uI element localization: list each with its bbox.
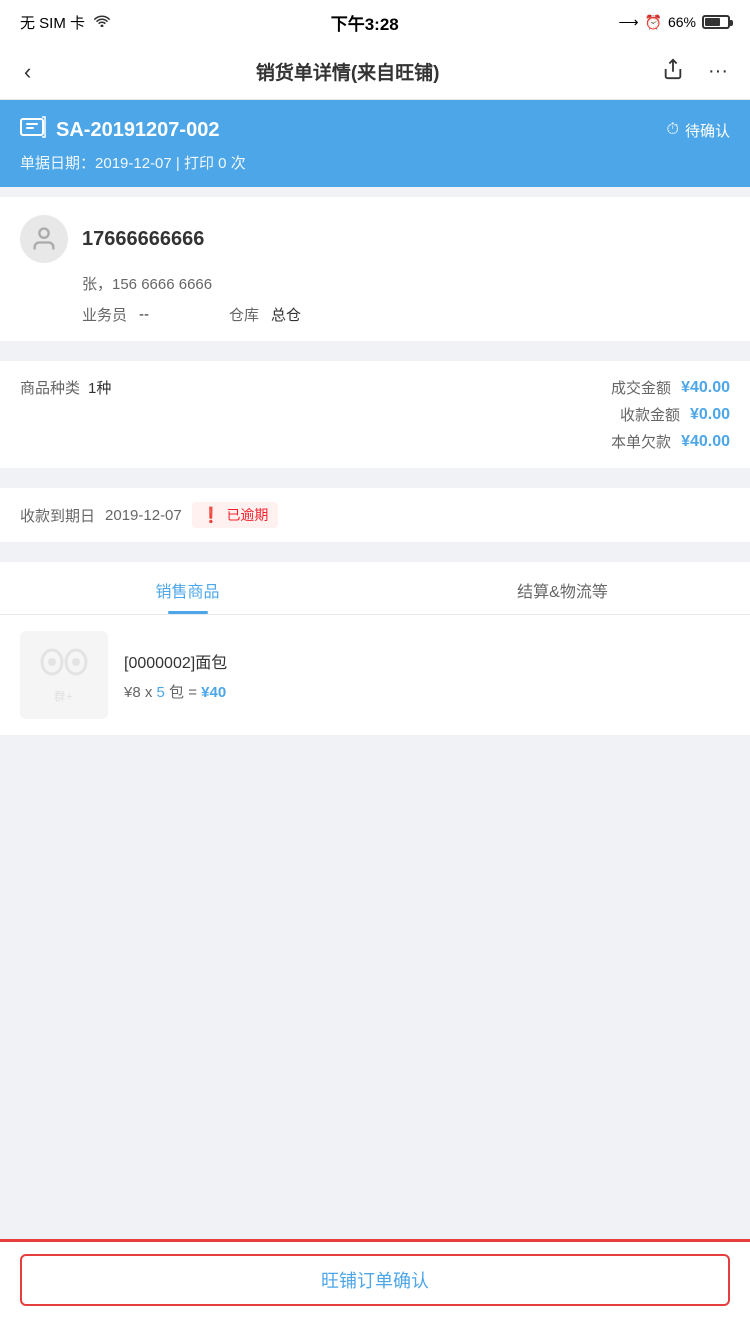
customer-card: 17666666666 张，156 6666 6666 业务员 -- 仓库 总仓 [0,197,750,341]
nav-bar: ‹ 销货单详情(来自旺铺) ··· [0,44,750,100]
location-icon: ⟶ [618,14,638,31]
share-icon[interactable] [656,52,690,92]
warehouse-item: 仓库 总仓 [229,304,301,325]
summary-row-1: 收款金额 ¥0.00 [620,404,730,425]
thumb-logo-plus: 群+ [54,688,73,704]
summary-row-0: 成交金额 ¥40.00 [611,377,730,398]
divider-4 [0,552,750,562]
price-multiply: x [145,684,157,701]
status-time: 下午3:28 [331,10,399,35]
order-id-text: SA-20191207-002 [56,119,219,142]
order-date: 单据日期：2019-12-07 | 打印 0 次 [20,152,730,173]
order-status: ⏱ 待确认 [667,120,731,141]
amount-label: 成交金额 [611,377,671,398]
status-bar: 无 SIM 卡 下午3:28 ⟶ ⏰ 66% [0,0,750,44]
amount-value: ¥40.00 [681,379,730,397]
carrier-text: 无 SIM 卡 [20,12,85,33]
empty-space [0,736,750,936]
summary-right: 成交金额 ¥40.00 收款金额 ¥0.00 本单欠款 ¥40.00 [611,377,730,452]
due-date: 2019-12-07 [105,507,182,524]
order-id-icon [20,116,46,144]
salesperson-label: 业务员 [82,304,127,325]
price-qty: 5 [157,684,165,701]
price-equals: = [188,684,201,701]
warehouse-value: 总仓 [271,304,301,325]
page-title: 销货单详情(来自旺铺) [256,58,440,85]
battery-icon [702,15,730,29]
overdue-text: 已逾期 [226,505,268,525]
salesperson-value: -- [139,306,149,323]
thumb-inner: 群+ [20,631,108,719]
product-price: ¥8 x 5 包 = ¥40 [124,681,730,702]
alarm-icon: ⏰ [645,14,662,31]
order-id: SA-20191207-002 [20,116,219,144]
confirm-order-button[interactable]: 旺铺订单确认 [20,1254,730,1306]
summary-row-2: 本单欠款 ¥40.00 [611,431,730,452]
product-info: [0000002]面包 ¥8 x 5 包 = ¥40 [124,649,730,702]
tab-settlement[interactable]: 结算&物流等 [375,562,750,614]
back-button[interactable]: ‹ [16,51,39,93]
product-type-value: 1种 [88,377,111,398]
debt-label: 本单欠款 [611,431,671,452]
product-thumbnail: 群+ [20,631,108,719]
products-section: 群+ [0000002]面包 ¥8 x 5 包 = ¥40 [0,615,750,736]
customer-sub: 张，156 6666 6666 [20,273,730,294]
due-card: 收款到期日 2019-12-07 ❗ 已逾期 [0,488,750,542]
debt-value: ¥40.00 [681,433,730,451]
divider-3 [0,478,750,488]
battery-percent: 66% [668,14,696,30]
payment-label: 收款金额 [620,404,680,425]
order-id-row: SA-20191207-002 ⏱ 待确认 [20,116,730,144]
customer-row: 17666666666 [20,215,730,263]
divider-2 [0,351,750,361]
status-right: ⟶ ⏰ 66% [618,14,730,31]
nav-actions: ··· [656,52,734,92]
warehouse-label: 仓库 [229,304,259,325]
overdue-badge: ❗ 已逾期 [192,502,279,528]
status-left: 无 SIM 卡 [20,12,111,33]
tab-products[interactable]: 销售商品 [0,562,375,614]
bottom-action-bar: 旺铺订单确认 [0,1239,750,1334]
wifi-icon [93,13,111,31]
summary-card: 商品种类 1种 成交金额 ¥40.00 收款金额 ¥0.00 本单欠款 ¥40.… [0,361,750,468]
divider-1 [0,187,750,197]
status-text: 待确认 [685,120,730,141]
tabs-bar: 销售商品 结算&物流等 [0,562,750,615]
due-label: 收款到期日 [20,505,95,526]
thumb-logo-eyes [39,647,89,684]
payment-value: ¥0.00 [690,406,730,424]
avatar [20,215,68,263]
more-icon[interactable]: ··· [702,54,734,89]
clock-icon: ⏱ [667,121,679,139]
summary-left: 商品种类 1种 [20,377,111,398]
customer-meta: 业务员 -- 仓库 总仓 [20,304,730,325]
price-unit: 包 [169,684,184,701]
overdue-icon: ❗ [202,506,221,524]
price-amount: ¥8 [124,684,141,701]
order-header: SA-20191207-002 ⏱ 待确认 单据日期：2019-12-07 | … [0,100,750,187]
price-total: ¥40 [201,684,226,701]
product-type-label: 商品种类 [20,377,80,398]
customer-phone: 17666666666 [82,228,204,251]
salesperson-item: 业务员 -- [82,304,149,325]
product-name: [0000002]面包 [124,649,730,673]
product-item: 群+ [0000002]面包 ¥8 x 5 包 = ¥40 [0,615,750,736]
